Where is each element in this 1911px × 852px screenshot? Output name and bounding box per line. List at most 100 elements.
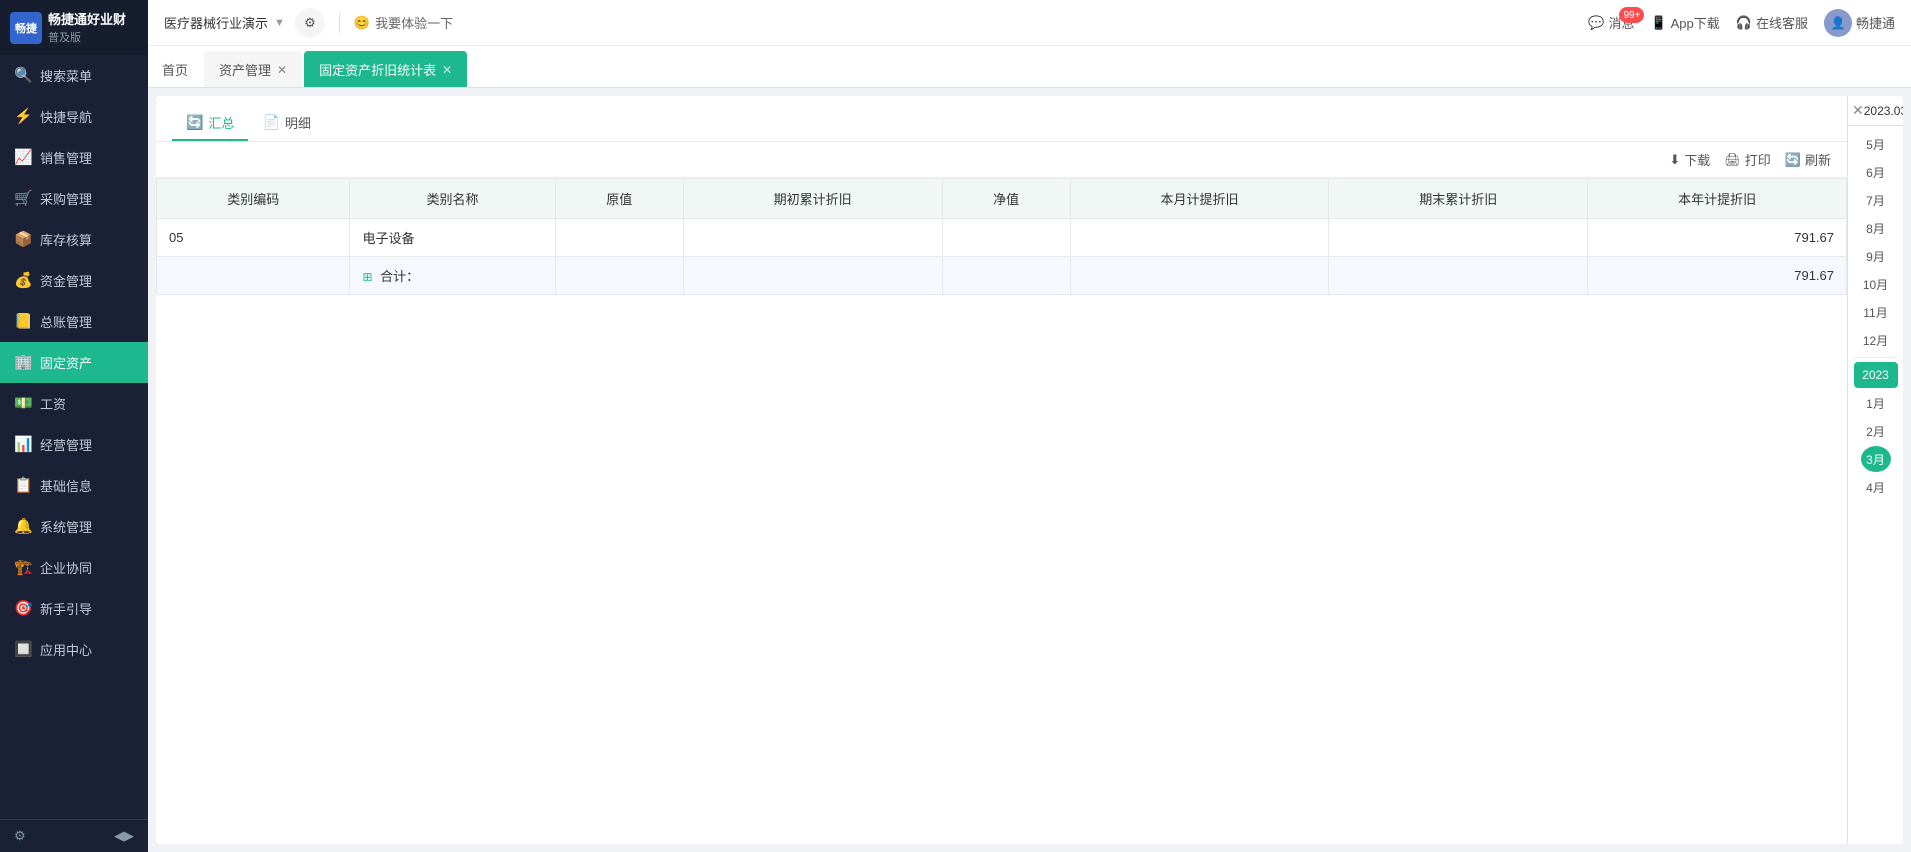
cell-monthly-dep <box>1070 219 1329 257</box>
cal-month-11[interactable]: 11月 <box>1854 299 1898 325</box>
experience-button[interactable]: 😊 我要体验一下 <box>354 13 453 32</box>
side-panel-close-button[interactable]: ✕ <box>1852 102 1864 119</box>
cal-month-9[interactable]: 9月 <box>1854 243 1898 269</box>
cal-month-4[interactable]: 4月 <box>1854 474 1898 500</box>
message-button[interactable]: 💬 消息 99+ <box>1588 13 1634 32</box>
sidebar-item-label: 应用中心 <box>40 640 92 659</box>
cell-net <box>942 219 1070 257</box>
cal-month-2[interactable]: 2月 <box>1854 418 1898 444</box>
customer-service-button[interactable]: 🎧 在线客服 <box>1736 13 1808 32</box>
settings-icon[interactable]: ⚙ <box>14 828 26 844</box>
sidebar-item-label: 采购管理 <box>40 189 92 208</box>
detail-label: 明细 <box>285 113 311 132</box>
message-badge: 99+ <box>1619 7 1644 23</box>
sidebar-item-inventory[interactable]: 📦 库存核算 <box>0 219 148 260</box>
cal-month-5[interactable]: 5月 <box>1854 131 1898 157</box>
topbar-settings-button[interactable]: ⚙ <box>295 8 325 38</box>
customer-service-icon: 🎧 <box>1736 15 1752 31</box>
sidebar-item-newguide[interactable]: 🎯 新手引导 <box>0 588 148 629</box>
side-calendar-panel: ✕ 2023.03 ⤢ 5月 6月 7月 8月 9月 10月 11月 12月 2… <box>1847 96 1903 844</box>
cal-month-3[interactable]: 3月 <box>1861 446 1891 472</box>
table-row: 05 电子设备 791.67 <box>157 219 1847 257</box>
sidebar-item-funds[interactable]: 💰 资金管理 <box>0 260 148 301</box>
side-panel-header: ✕ 2023.03 ⤢ <box>1848 96 1903 126</box>
funds-icon: 💰 <box>14 271 32 289</box>
sidebar-item-operations[interactable]: 📊 经营管理 <box>0 424 148 465</box>
sidebar-item-sales[interactable]: 📈 销售管理 <box>0 137 148 178</box>
print-button[interactable]: 🖨 打印 <box>1724 150 1771 169</box>
sidebar-item-label: 企业协同 <box>40 558 92 577</box>
sidebar-item-label: 搜索菜单 <box>40 66 92 85</box>
sidebar-item-sysmanage[interactable]: 🔔 系统管理 <box>0 506 148 547</box>
logo-title: 畅捷通好业财 <box>48 12 126 29</box>
total-closing-accum <box>1329 257 1588 295</box>
print-label: 打印 <box>1745 150 1771 169</box>
fixed-depreciation-tab-close[interactable]: ✕ <box>442 63 452 77</box>
tab-home[interactable]: 首页 <box>148 51 202 87</box>
sidebar-item-search[interactable]: 🔍 搜索菜单 <box>0 55 148 96</box>
total-net <box>942 257 1070 295</box>
content-inner: 🔄 汇总 📄 明细 ⬇ 下载 🖨 打印 🔄 <box>156 96 1847 844</box>
message-icon: 💬 <box>1588 15 1604 31</box>
cal-month-12[interactable]: 12月 <box>1854 327 1898 353</box>
sidebar-item-label: 总账管理 <box>40 312 92 331</box>
sub-tabs: 🔄 汇总 📄 明细 <box>156 96 1847 142</box>
cal-year-2023[interactable]: 2023 <box>1854 362 1898 388</box>
collapse-icon[interactable]: ◀▶ <box>114 828 134 844</box>
download-button[interactable]: ⬇ 下载 <box>1669 150 1710 169</box>
col-original: 原值 <box>555 179 683 219</box>
app-download-icon: 📱 <box>1650 15 1666 31</box>
search-icon: 🔍 <box>14 66 32 84</box>
sidebar-item-enterprise[interactable]: 🏗️ 企业协同 <box>0 547 148 588</box>
content-area: 🔄 汇总 📄 明细 ⬇ 下载 🖨 打印 🔄 <box>156 96 1903 844</box>
sidebar-item-ledger[interactable]: 📒 总账管理 <box>0 301 148 342</box>
sidebar-item-appcenter[interactable]: 🔲 应用中心 <box>0 629 148 670</box>
total-opening-accum <box>683 257 942 295</box>
sub-tab-summary[interactable]: 🔄 汇总 <box>172 106 248 141</box>
total-annual-dep: 791.67 <box>1588 257 1847 295</box>
purchase-icon: 🛒 <box>14 189 32 207</box>
logo-subtitle: 普及版 <box>48 29 126 45</box>
experience-icon: 😊 <box>354 15 370 31</box>
table-header-row: 类别编码 类别名称 原值 期初累计折旧 净值 本月计提折旧 期末累计折旧 本年计… <box>157 179 1847 219</box>
sidebar-item-label: 系统管理 <box>40 517 92 536</box>
quicknav-icon: ⚡ <box>14 107 32 125</box>
col-closing-accum: 期末累计折旧 <box>1329 179 1588 219</box>
sidebar-item-label: 新手引导 <box>40 599 92 618</box>
sub-tab-detail[interactable]: 📄 明细 <box>248 106 324 141</box>
sidebar-item-label: 工资 <box>40 394 66 413</box>
asset-mgmt-tab-close[interactable]: ✕ <box>277 63 287 77</box>
side-panel-title: 2023.03 <box>1864 104 1903 118</box>
refresh-button[interactable]: 🔄 刷新 <box>1785 150 1831 169</box>
summary-label: 汇总 <box>208 113 234 132</box>
sidebar-item-purchase[interactable]: 🛒 采购管理 <box>0 178 148 219</box>
customer-service-label: 在线客服 <box>1756 13 1808 32</box>
sidebar-item-label: 销售管理 <box>40 148 92 167</box>
cal-month-8[interactable]: 8月 <box>1854 215 1898 241</box>
table-container: 类别编码 类别名称 原值 期初累计折旧 净值 本月计提折旧 期末累计折旧 本年计… <box>156 178 1847 844</box>
download-icon: ⬇ <box>1669 152 1680 168</box>
home-tab-label: 首页 <box>162 60 188 79</box>
tab-asset-mgmt[interactable]: 资产管理 ✕ <box>204 51 302 87</box>
user-profile[interactable]: 👤 畅捷通 <box>1824 9 1895 37</box>
sysmanage-icon: 🔔 <box>14 517 32 535</box>
app-download-label: App下载 <box>1671 13 1720 32</box>
total-label: 合计： <box>380 269 419 284</box>
company-selector[interactable]: 医疗器械行业演示 ▼ <box>164 13 285 32</box>
sidebar-bottom: ⚙ ◀▶ <box>0 819 148 852</box>
newguide-icon: 🎯 <box>14 599 32 617</box>
cal-month-10[interactable]: 10月 <box>1854 271 1898 297</box>
cal-month-6[interactable]: 6月 <box>1854 159 1898 185</box>
tab-fixed-depreciation[interactable]: 固定资产折旧统计表 ✕ <box>304 51 467 87</box>
app-download-button[interactable]: 📱 App下载 <box>1650 13 1719 32</box>
sidebar-item-basicinfo[interactable]: 📋 基础信息 <box>0 465 148 506</box>
detail-icon: 📄 <box>262 114 279 131</box>
cal-month-1[interactable]: 1月 <box>1854 390 1898 416</box>
cal-month-7[interactable]: 7月 <box>1854 187 1898 213</box>
toolbar: ⬇ 下载 🖨 打印 🔄 刷新 <box>156 142 1847 178</box>
sidebar: 畅捷 畅捷通好业财 普及版 🔍 搜索菜单 ⚡ 快捷导航 📈 销售管理 🛒 采购管… <box>0 0 148 852</box>
sidebar-item-payroll[interactable]: 💵 工资 <box>0 383 148 424</box>
user-name: 畅捷通 <box>1856 13 1895 32</box>
sidebar-item-fixedassets[interactable]: 🏢 固定资产 <box>0 342 148 383</box>
sidebar-item-quicknav[interactable]: ⚡ 快捷导航 <box>0 96 148 137</box>
